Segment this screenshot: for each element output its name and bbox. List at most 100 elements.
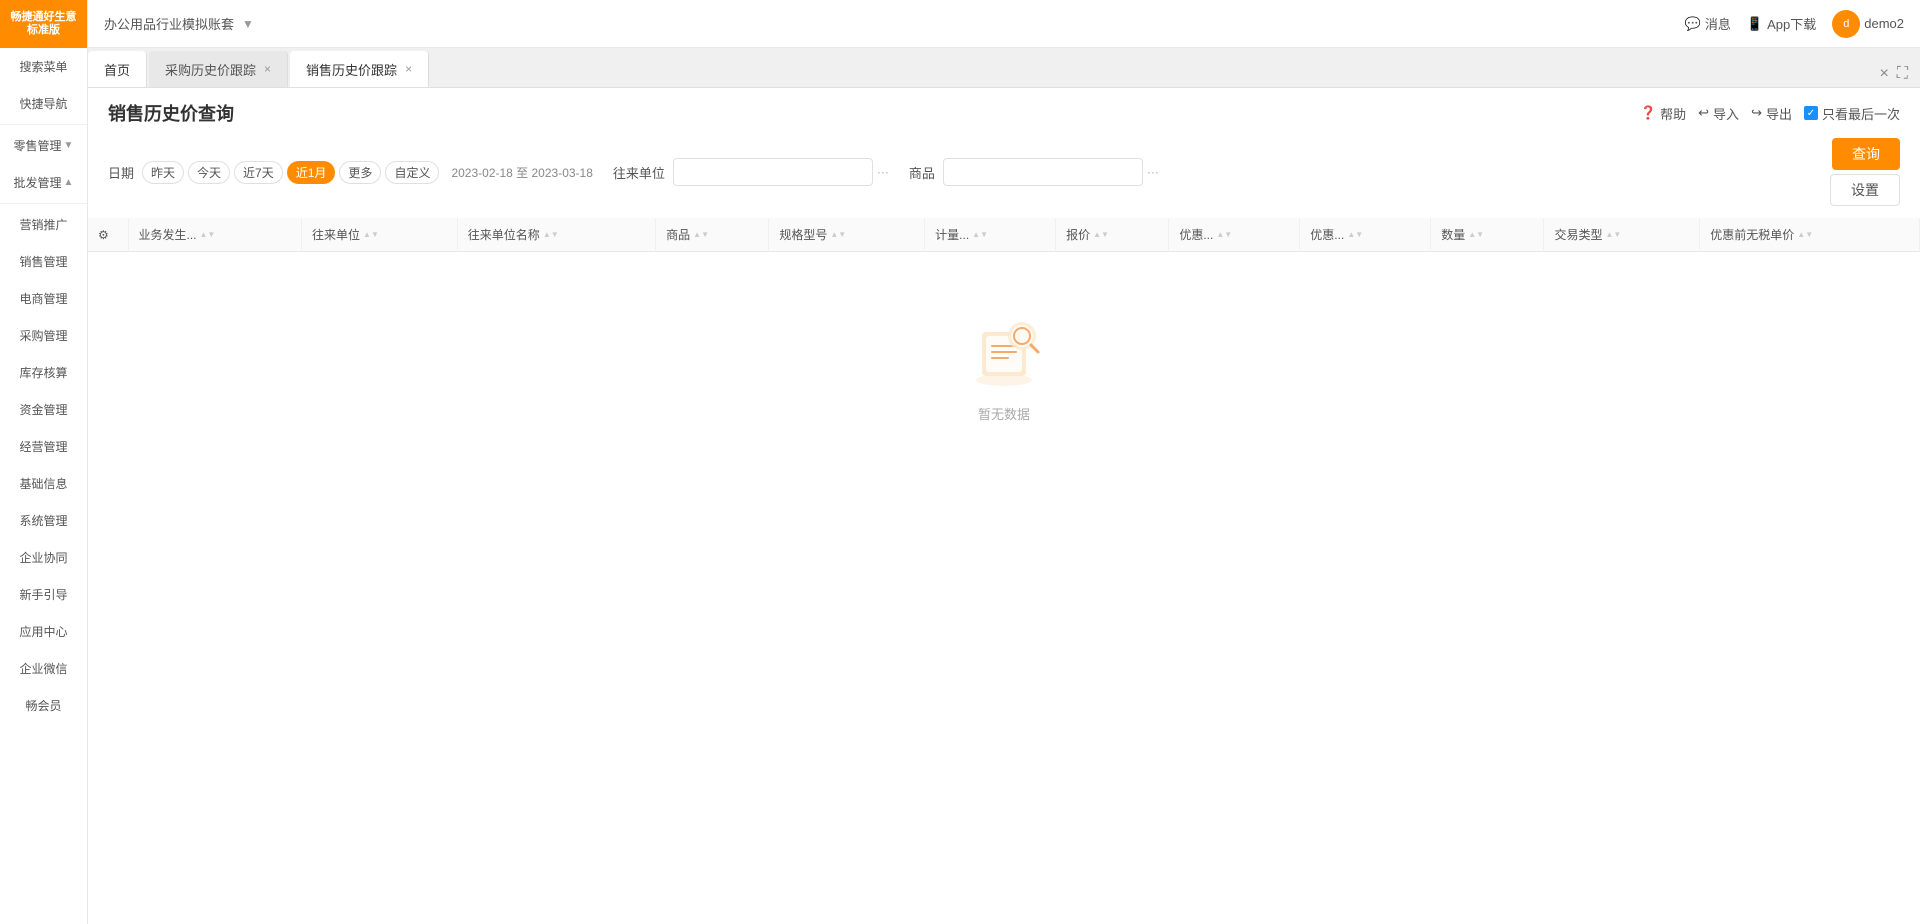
sidebar-item-basic-info[interactable]: 基础信息 [0,465,87,502]
sidebar-divider-2 [0,203,87,204]
product-input[interactable] [943,158,1143,186]
sidebar-item-app-center[interactable]: 应用中心 [0,613,87,650]
date-btn-custom[interactable]: 自定义 [385,161,439,184]
th-pre-tax-price-label: 优惠前无税单价 [1710,226,1794,243]
message-label: 消息 [1705,14,1731,33]
avatar-initial: d [1843,18,1849,30]
close-all-icon[interactable]: × [1879,65,1888,83]
main-content: 办公用品行业模拟账套 ▼ 💬 消息 📱 App下载 d demo2 首页 [88,0,1920,924]
sidebar-item-wholesale-mgmt[interactable]: 批发管理 ▲ [0,164,87,201]
sidebar-item-enterprise-wechat[interactable]: 企业微信 [0,650,87,687]
settings-button[interactable]: 设置 [1830,174,1900,206]
message-action[interactable]: 💬 消息 [1685,14,1731,33]
only-last-checkbox[interactable] [1804,106,1818,120]
import-action[interactable]: ↩ 导入 [1698,104,1739,123]
sidebar-item-sales-mgmt[interactable]: 销售管理 [0,243,87,280]
sidebar-item-ecommerce-mgmt[interactable]: 电商管理 [0,280,87,317]
topbar: 办公用品行业模拟账套 ▼ 💬 消息 📱 App下载 d demo2 [88,0,1920,48]
logo-text: 畅捷通好生意 [11,11,77,24]
th-counterparty-name-label: 往来单位名称 [468,226,540,243]
sidebar-item-purchase-mgmt[interactable]: 采购管理 [0,317,87,354]
help-action[interactable]: ❓ 帮助 [1640,104,1686,123]
filter-bar: 日期 昨天 今天 近7天 近1月 更多 自定义 2023-02-18 至 202… [88,126,1920,218]
date-btn-more[interactable]: 更多 [339,161,381,184]
th-trade-type[interactable]: 交易类型 ▲▼ [1544,218,1700,252]
product-dots[interactable]: ··· [1147,165,1159,179]
th-unit[interactable]: 计量... ▲▼ [925,218,1056,252]
th-discount2-label: 优惠... [1310,226,1344,243]
th-biz-date[interactable]: 业务发生... ▲▼ [128,218,302,252]
sidebar-item-label: 系统管理 [19,512,67,529]
date-filter-group: 日期 昨天 今天 近7天 近1月 更多 自定义 2023-02-18 至 202… [108,161,593,184]
th-gear[interactable]: ⚙ [88,218,128,252]
chevron-down-icon: ▼ [64,140,74,151]
counterparty-dots[interactable]: ··· [877,165,889,179]
th-pre-tax-price[interactable]: 优惠前无税单价 ▲▼ [1700,218,1920,252]
tab-home[interactable]: 首页 [88,51,147,87]
import-label: 导入 [1713,104,1739,123]
tab-sales-history-close[interactable]: × [405,62,412,76]
tab-sales-history[interactable]: 销售历史价跟踪 × [290,51,429,87]
sidebar-item-search-menu[interactable]: 搜索菜单 [0,48,87,85]
sort-icon-6: ▲▼ [972,231,988,239]
topbar-dropdown-icon[interactable]: ▼ [242,17,254,31]
th-spec[interactable]: 规格型号 ▲▼ [769,218,925,252]
tab-purchase-history[interactable]: 采购历史价跟踪 × [149,51,288,87]
sidebar-item-quick-nav[interactable]: 快捷导航 [0,85,87,122]
sort-icon-2: ▲▼ [363,231,379,239]
sidebar-item-ops-mgmt[interactable]: 经营管理 [0,428,87,465]
help-icon: ❓ [1640,105,1656,121]
sidebar-item-new-guide[interactable]: 新手引导 [0,576,87,613]
sidebar-divider [0,124,87,125]
th-discount2[interactable]: 优惠... ▲▼ [1300,218,1431,252]
help-label: 帮助 [1660,104,1686,123]
counterparty-input[interactable] [673,158,873,186]
sidebar-item-label: 营销推广 [19,216,67,233]
page-title: 销售历史价查询 [108,100,234,126]
sidebar-item-label: 企业微信 [19,660,67,677]
th-discount1[interactable]: 优惠... ▲▼ [1169,218,1300,252]
th-discount1-label: 优惠... [1179,226,1213,243]
table-wrap: ⚙ 业务发生... ▲▼ 往来单位 ▲▼ [88,218,1920,924]
sort-icon-10: ▲▼ [1468,231,1484,239]
expand-icon[interactable]: ⛶ [1897,65,1908,83]
sidebar-item-label: 批发管理 [14,174,62,191]
query-button[interactable]: 查询 [1832,138,1900,170]
date-btn-yesterday[interactable]: 昨天 [142,161,184,184]
product-filter-label: 商品 [909,163,935,182]
th-quote-label: 报价 [1066,226,1090,243]
user-label: demo2 [1864,16,1904,31]
product-input-wrap: ··· [943,158,1159,186]
sidebar-item-label: 电商管理 [19,290,67,307]
sort-icon: ▲▼ [200,231,216,239]
user-action[interactable]: d demo2 [1832,10,1904,38]
download-icon: 📱 [1747,16,1763,32]
sidebar-item-finance-mgmt[interactable]: 资金管理 [0,391,87,428]
sidebar-item-inventory[interactable]: 库存核算 [0,354,87,391]
export-action[interactable]: ↪ 导出 [1751,104,1792,123]
sidebar-item-member[interactable]: 畅会员 [0,687,87,724]
th-product[interactable]: 商品 ▲▼ [656,218,769,252]
sidebar-logo: 畅捷通好生意 标准版 [0,0,87,48]
th-counterparty-name[interactable]: 往来单位名称 ▲▼ [457,218,655,252]
data-table: ⚙ 业务发生... ▲▼ 往来单位 ▲▼ [88,218,1920,252]
page-header-actions: ❓ 帮助 ↩ 导入 ↪ 导出 只看最后一次 [1640,104,1900,123]
sidebar-item-retail-mgmt[interactable]: 零售管理 ▼ [0,127,87,164]
only-last-wrap[interactable]: 只看最后一次 [1804,104,1900,123]
th-quantity[interactable]: 数量 ▲▼ [1431,218,1544,252]
app-download-action[interactable]: 📱 App下载 [1747,14,1816,33]
date-btn-7days[interactable]: 近7天 [234,161,283,184]
date-buttons: 昨天 今天 近7天 近1月 更多 自定义 [142,161,439,184]
th-counterparty-code[interactable]: 往来单位 ▲▼ [302,218,458,252]
avatar: d [1832,10,1860,38]
tab-bar: 首页 采购历史价跟踪 × 销售历史价跟踪 × × ⛶ [88,48,1920,88]
th-quote[interactable]: 报价 ▲▼ [1056,218,1169,252]
export-label: 导出 [1766,104,1792,123]
date-btn-1month[interactable]: 近1月 [287,161,336,184]
sort-icon-8: ▲▼ [1216,231,1232,239]
sidebar-item-marketing[interactable]: 营销推广 [0,206,87,243]
tab-purchase-history-close[interactable]: × [264,62,271,76]
date-btn-today[interactable]: 今天 [188,161,230,184]
sidebar-item-system-mgmt[interactable]: 系统管理 [0,502,87,539]
sidebar-item-enterprise-collab[interactable]: 企业协同 [0,539,87,576]
